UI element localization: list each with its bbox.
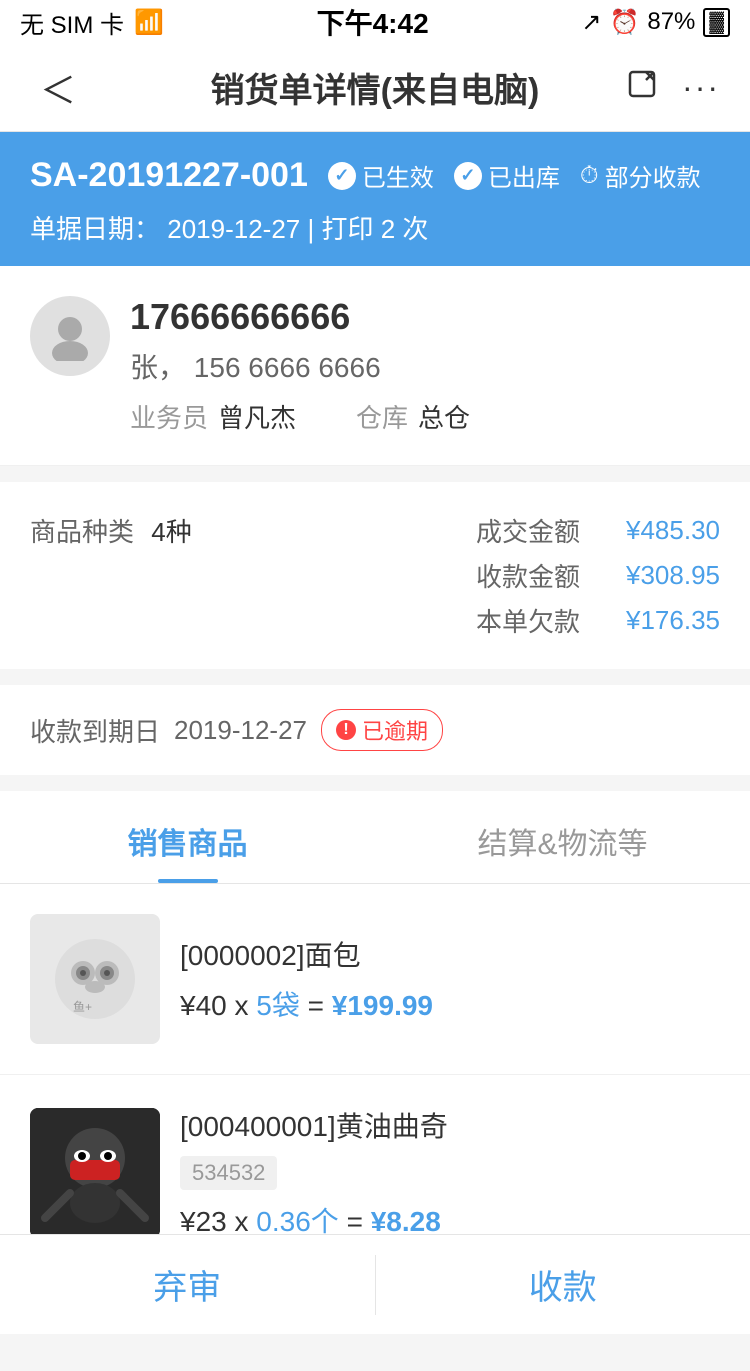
- share-icon[interactable]: [626, 67, 658, 109]
- status-bar: 无 SIM 卡 📶 下午4:42 ↗ ⏰ 87% ▓: [0, 0, 750, 44]
- customer-name-phone: 张， 156 6666 6666: [130, 346, 720, 386]
- product-image-2: [30, 1108, 160, 1238]
- order-date: 2019-12-27: [167, 214, 300, 244]
- received-row: 收款金额 ¥308.95: [476, 557, 720, 594]
- alarm-icon: ⏰: [609, 8, 639, 37]
- status-left: 无 SIM 卡 📶: [20, 5, 164, 40]
- product-price-1: ¥40 x 5袋 = ¥199.99: [180, 984, 720, 1024]
- date-label: 单据日期：: [30, 214, 160, 244]
- multiply-1: x: [235, 990, 257, 1021]
- customer-section: 17666666666 张， 156 6666 6666 业务员 曾凡杰 仓库 …: [0, 266, 750, 466]
- eq-2: =: [347, 1206, 371, 1237]
- divider: |: [307, 214, 321, 244]
- total-1: ¥199.99: [332, 990, 433, 1021]
- location-icon: ↗: [581, 8, 601, 37]
- status-right: ↗ ⏰ 87% ▓: [581, 8, 730, 37]
- owed-value: ¥176.35: [600, 605, 720, 636]
- due-date: 2019-12-27: [174, 715, 307, 746]
- customer-id: 17666666666: [130, 296, 720, 338]
- tabs: 销售商品 结算&物流等: [0, 791, 750, 884]
- qty-1: 5袋: [256, 990, 300, 1021]
- overdue-text: 已逾期: [362, 714, 428, 746]
- product-item-1: 鱼+ [0000002]面包 ¥40 x 5袋 = ¥199.99: [0, 884, 750, 1075]
- clock-icon: ⏱: [580, 162, 599, 190]
- amount-row: 成交金额 ¥485.30: [476, 512, 720, 549]
- print-num: 2: [381, 214, 395, 244]
- due-label: 收款到期日: [30, 712, 160, 749]
- nav-bar: ＜ 销货单详情(来自电脑) ···: [0, 44, 750, 132]
- product-image-1: 鱼+: [30, 914, 160, 1044]
- product-type-count: 商品种类 4种: [30, 512, 192, 549]
- amount-label: 成交金额: [476, 512, 580, 549]
- multiply-2: x: [235, 1206, 257, 1237]
- salesperson-item: 业务员 曾凡杰: [130, 398, 296, 435]
- warehouse-value: 总仓: [418, 398, 470, 435]
- type-label: 商品种类: [30, 517, 134, 547]
- status-time: 下午4:42: [317, 2, 429, 42]
- customer-info: 17666666666 张， 156 6666 6666 业务员 曾凡杰 仓库 …: [130, 296, 720, 435]
- received-label: 收款金额: [476, 557, 580, 594]
- products-list: 鱼+ [0000002]面包 ¥40 x 5袋 = ¥199.99: [0, 884, 750, 1271]
- tab-products[interactable]: 销售商品: [0, 791, 375, 883]
- amount-value: ¥485.30: [600, 515, 720, 546]
- salesperson-label: 业务员: [130, 398, 208, 435]
- qty-2: 0.36个: [256, 1206, 339, 1237]
- check-icon-2: ✓: [454, 162, 482, 190]
- status-partial: ⏱ 部分收款: [580, 158, 701, 193]
- type-value: 4种: [151, 517, 191, 547]
- salesperson-value: 曾凡杰: [218, 398, 296, 435]
- overdue-badge: ! 已逾期: [321, 709, 443, 751]
- status-effective: ✓ 已生效: [328, 158, 434, 193]
- warehouse-item: 仓库 总仓: [356, 398, 470, 435]
- battery-text: 87%: [647, 8, 695, 36]
- tab-settlement[interactable]: 结算&物流等: [375, 791, 750, 883]
- product-info-1: [0000002]面包 ¥40 x 5袋 = ¥199.99: [180, 934, 720, 1024]
- order-header: SA-20191227-001 ✓ 已生效 ✓ 已出库 ⏱ 部分收款 单据日期：…: [0, 132, 750, 266]
- order-status-row: SA-20191227-001 ✓ 已生效 ✓ 已出库 ⏱ 部分收款: [30, 156, 720, 195]
- collect-button[interactable]: 收款: [376, 1240, 750, 1329]
- base-price-2: ¥23: [180, 1206, 227, 1237]
- svg-text:鱼+: 鱼+: [73, 1000, 92, 1014]
- print-label: 打印: [321, 214, 373, 244]
- total-2: ¥8.28: [371, 1206, 441, 1237]
- owed-label: 本单欠款: [476, 602, 580, 639]
- check-icon-1: ✓: [328, 162, 356, 190]
- order-date-row: 单据日期： 2019-12-27 | 打印 2 次: [30, 209, 720, 246]
- wifi-icon: 📶: [134, 8, 164, 37]
- print-unit: 次: [402, 214, 428, 244]
- received-value: ¥308.95: [600, 560, 720, 591]
- customer-meta: 业务员 曾凡杰 仓库 总仓: [130, 398, 720, 435]
- abandon-button[interactable]: 弃审: [0, 1240, 375, 1329]
- financial-stats: 成交金额 ¥485.30 收款金额 ¥308.95 本单欠款 ¥176.35: [476, 512, 720, 639]
- more-icon[interactable]: ···: [682, 69, 720, 106]
- product-code-1: [0000002]面包: [180, 934, 720, 974]
- battery-icon: ▓: [703, 8, 730, 37]
- overdue-icon: !: [336, 720, 356, 740]
- page-title: 销货单详情(来自电脑): [211, 63, 540, 112]
- bottom-bar: 弃审 收款: [0, 1234, 750, 1334]
- product-code-2: [000400001]黄油曲奇: [180, 1105, 720, 1145]
- warehouse-label: 仓库: [356, 398, 408, 435]
- base-price-1: ¥40: [180, 990, 227, 1021]
- avatar: [30, 296, 110, 376]
- order-id: SA-20191227-001: [30, 156, 308, 195]
- due-date-section: 收款到期日 2019-12-27 ! 已逾期: [0, 685, 750, 775]
- eq-1: =: [308, 990, 332, 1021]
- owed-row: 本单欠款 ¥176.35: [476, 602, 720, 639]
- carrier-text: 无 SIM 卡: [20, 5, 124, 40]
- back-button[interactable]: ＜: [30, 52, 86, 124]
- nav-actions: ···: [626, 67, 720, 109]
- stats-section: 商品种类 4种 成交金额 ¥485.30 收款金额 ¥308.95 本单欠款 ¥…: [0, 482, 750, 669]
- product-info-2: [000400001]黄油曲奇 534532 ¥23 x 0.36个 = ¥8.…: [180, 1105, 720, 1240]
- status-shipped: ✓ 已出库: [454, 158, 560, 193]
- product-tag-2: 534532: [180, 1156, 277, 1190]
